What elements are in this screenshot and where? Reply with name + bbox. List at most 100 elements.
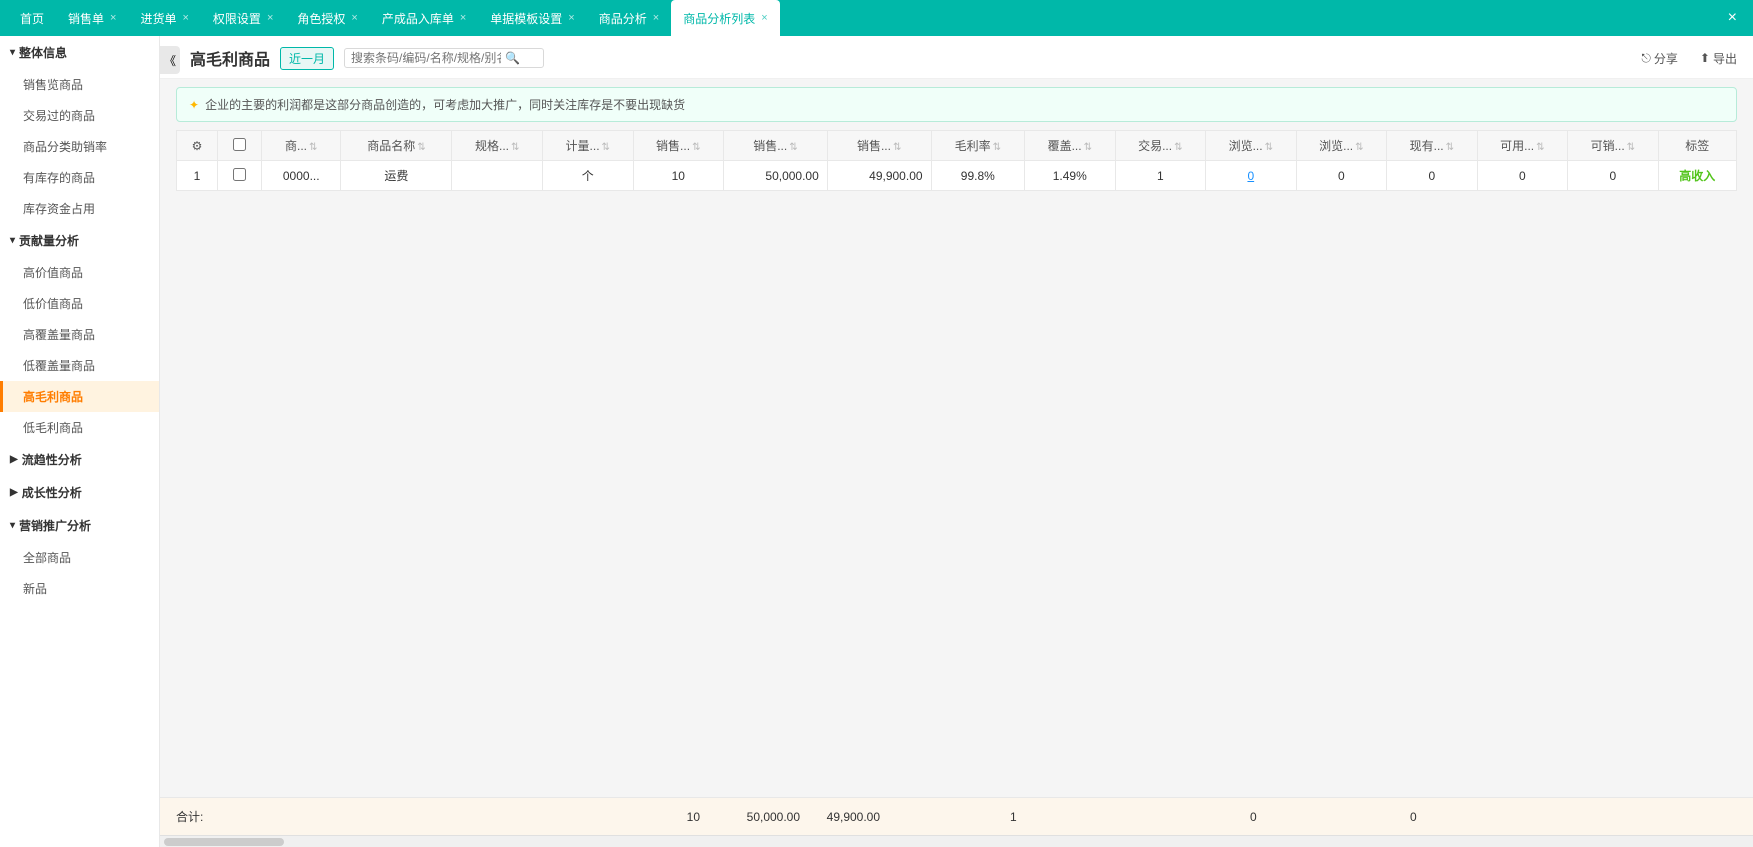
- sort-icon: ⇅: [893, 142, 901, 153]
- col-code[interactable]: 商...⇅: [262, 131, 341, 161]
- search-icon[interactable]: 🔍: [505, 51, 520, 65]
- cell-unit: 个: [542, 161, 633, 191]
- col-stock-current[interactable]: 现有...⇅: [1387, 131, 1478, 161]
- row-checkbox[interactable]: [233, 168, 246, 181]
- window-close-button[interactable]: ×: [1720, 9, 1745, 27]
- col-name[interactable]: 商品名称⇅: [341, 131, 452, 161]
- sidebar-item-high-value[interactable]: 高价值商品: [0, 257, 159, 288]
- sidebar-group-marketing[interactable]: ▾ 营销推广分析: [0, 509, 159, 542]
- col-sales-profit[interactable]: 销售...⇅: [827, 131, 931, 161]
- nav-purchase-order[interactable]: 进货单 ×: [128, 0, 200, 36]
- sidebar-item-high-margin[interactable]: 高毛利商品: [0, 381, 159, 412]
- col-settings[interactable]: ⚙: [177, 131, 218, 161]
- nav-role-auth[interactable]: 角色授权 ×: [285, 0, 369, 36]
- close-icon[interactable]: ×: [351, 12, 357, 24]
- col-unit[interactable]: 计量...⇅: [542, 131, 633, 161]
- sidebar-collapse-button[interactable]: 《: [160, 46, 180, 74]
- sidebar-item-all-products[interactable]: 全部商品: [0, 542, 159, 573]
- sidebar-item-sales-browse[interactable]: 销售览商品: [0, 69, 159, 100]
- col-gross-margin[interactable]: 毛利率⇅: [931, 131, 1024, 161]
- scroll-thumb[interactable]: [164, 838, 284, 846]
- sidebar-item-low-margin[interactable]: 低毛利商品: [0, 412, 159, 443]
- col-transaction[interactable]: 交易...⇅: [1115, 131, 1206, 161]
- col-browse1[interactable]: 浏览...⇅: [1206, 131, 1297, 161]
- export-button[interactable]: ⬆ 导出: [1700, 50, 1737, 67]
- col-stock-available[interactable]: 可用...⇅: [1477, 131, 1568, 161]
- sidebar-group-contribution[interactable]: ▾ 贡献量分析: [0, 224, 159, 257]
- sidebar-item-stock-capital[interactable]: 库存资金占用: [0, 193, 159, 224]
- col-tag[interactable]: 标签: [1658, 131, 1736, 161]
- col-coverage[interactable]: 覆盖...⇅: [1025, 131, 1116, 161]
- share-icon: ⎋: [1641, 51, 1651, 66]
- sort-icon: ⇅: [1355, 142, 1363, 153]
- sort-icon: ⇅: [511, 142, 519, 153]
- col-browse2[interactable]: 浏览...⇅: [1296, 131, 1387, 161]
- sidebar-item-low-coverage[interactable]: 低覆盖量商品: [0, 350, 159, 381]
- cell-tag: 高收入: [1658, 161, 1736, 191]
- nav-template-settings[interactable]: 单据模板设置 ×: [478, 0, 586, 36]
- browse1-link[interactable]: 0: [1247, 169, 1254, 183]
- chevron-down-icon: ▾: [10, 47, 15, 58]
- filter-recent-month-button[interactable]: 近一月: [280, 47, 334, 70]
- footer-spacer4: [1293, 810, 1373, 824]
- info-banner: ✦ 企业的主要的利润都是这部分商品创造的，可考虑加大推广，同时关注库存是不要出现…: [176, 87, 1737, 122]
- footer-sales-qty: 10: [653, 810, 733, 824]
- nav-product-analysis[interactable]: 商品分析 ×: [587, 0, 671, 36]
- close-icon[interactable]: ×: [110, 12, 116, 24]
- sort-icon: ⇅: [692, 142, 700, 153]
- sort-icon: ⇅: [1265, 142, 1273, 153]
- table-header-row: ⚙ 商...⇅ 商品名称⇅ 规格...⇅ 计量...⇅ 销售...⇅ 销售...…: [177, 131, 1737, 161]
- search-input[interactable]: [351, 51, 501, 65]
- footer-transaction: 1: [973, 810, 1053, 824]
- cell-index: 1: [177, 161, 218, 191]
- sort-icon: ⇅: [993, 142, 1001, 153]
- page-title: 高毛利商品: [190, 46, 270, 70]
- footer-cells: 10 50,000.00 49,900.00 1 0 0: [223, 810, 1737, 824]
- nav-sales-order[interactable]: 销售单 ×: [56, 0, 128, 36]
- col-stock-saleable[interactable]: 可销...⇅: [1568, 131, 1659, 161]
- nav-home[interactable]: 首页: [8, 0, 56, 36]
- footer-stock-saleable: 0: [1373, 810, 1453, 824]
- close-icon[interactable]: ×: [267, 12, 273, 24]
- sidebar-group-overall[interactable]: ▾ 整体信息: [0, 36, 159, 69]
- select-all-checkbox[interactable]: [233, 138, 246, 151]
- table-row: 1 0000... 运费 个 10 50,000.00 49,900.00 99…: [177, 161, 1737, 191]
- sidebar-group-trend[interactable]: ▶ 流趋性分析: [0, 443, 159, 476]
- sidebar-item-traded[interactable]: 交易过的商品: [0, 100, 159, 131]
- col-sales-amount[interactable]: 销售...⇅: [724, 131, 828, 161]
- share-button[interactable]: ⎋ 分享: [1641, 50, 1678, 67]
- cell-browse2: 0: [1296, 161, 1387, 191]
- sidebar-group-growth[interactable]: ▶ 成长性分析: [0, 476, 159, 509]
- info-icon: ✦: [189, 98, 199, 112]
- sidebar-item-new-products[interactable]: 新品: [0, 573, 159, 604]
- sidebar-item-category-sales-rate[interactable]: 商品分类助销率: [0, 131, 159, 162]
- sort-icon: ⇅: [1627, 142, 1635, 153]
- nav-permission-settings[interactable]: 权限设置 ×: [201, 0, 285, 36]
- col-spec[interactable]: 规格...⇅: [452, 131, 543, 161]
- nav-product-inbound[interactable]: 产成品入库单 ×: [370, 0, 478, 36]
- search-box: 🔍: [344, 48, 544, 68]
- sort-icon: ⇅: [1536, 142, 1544, 153]
- horizontal-scrollbar[interactable]: [160, 835, 1753, 847]
- cell-code: 0000...: [262, 161, 341, 191]
- footer-spacer2: [893, 810, 973, 824]
- close-icon[interactable]: ×: [568, 12, 574, 24]
- close-icon[interactable]: ×: [182, 12, 188, 24]
- cell-spec: [452, 161, 543, 191]
- close-icon[interactable]: ×: [653, 12, 659, 24]
- sort-icon: ⇅: [309, 142, 317, 153]
- chevron-right-icon: ▶: [10, 487, 18, 498]
- sidebar-item-low-value[interactable]: 低价值商品: [0, 288, 159, 319]
- sort-icon: ⇅: [789, 142, 797, 153]
- col-sales-qty[interactable]: 销售...⇅: [633, 131, 724, 161]
- cell-gross-margin: 99.8%: [931, 161, 1024, 191]
- close-icon[interactable]: ×: [761, 12, 767, 24]
- cell-checkbox[interactable]: [217, 161, 261, 191]
- close-icon[interactable]: ×: [460, 12, 466, 24]
- nav-product-analysis-list[interactable]: 商品分析列表 ×: [671, 0, 779, 36]
- product-table: ⚙ 商...⇅ 商品名称⇅ 规格...⇅ 计量...⇅ 销售...⇅ 销售...…: [176, 130, 1737, 191]
- sidebar-item-high-coverage[interactable]: 高覆盖量商品: [0, 319, 159, 350]
- sidebar-item-in-stock[interactable]: 有库存的商品: [0, 162, 159, 193]
- cell-transaction: 1: [1115, 161, 1206, 191]
- col-checkbox[interactable]: [217, 131, 261, 161]
